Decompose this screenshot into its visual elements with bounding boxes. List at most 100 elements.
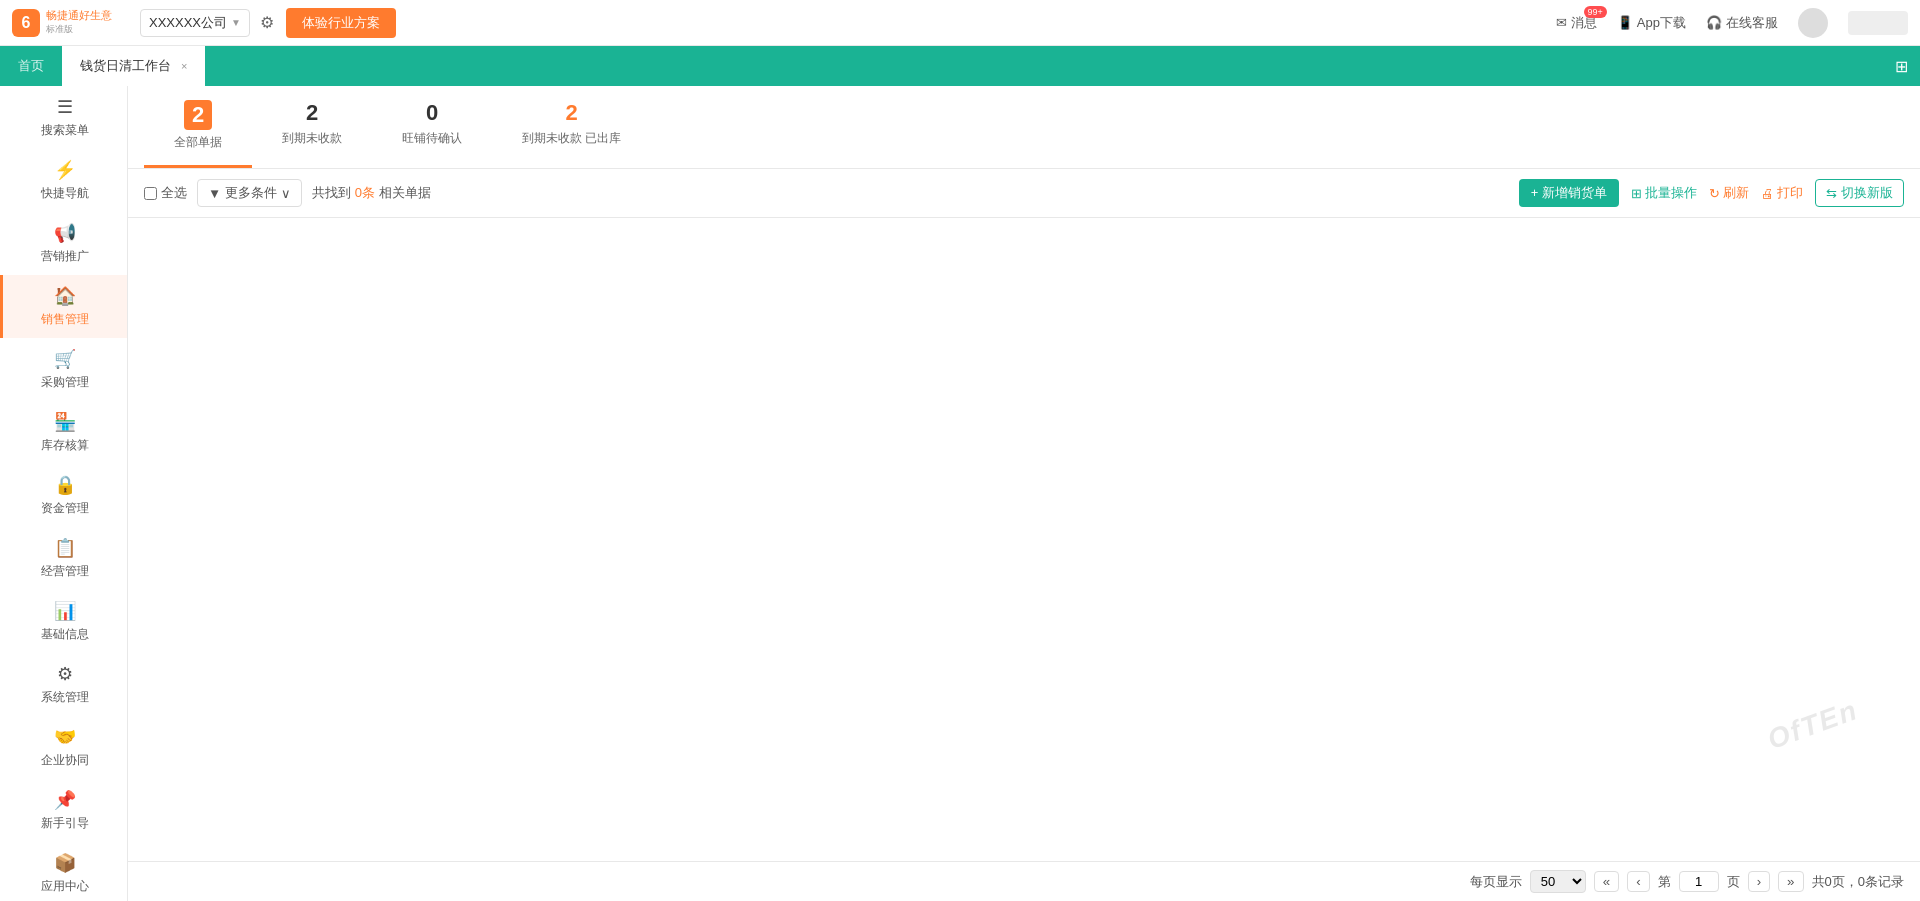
company-name: XXXXXX公司 [149, 14, 227, 32]
sidebar-label-finance: 资金管理 [41, 500, 89, 517]
add-sales-order-button[interactable]: + 新增销货单 [1519, 179, 1619, 207]
app-icon: 📱 [1617, 15, 1633, 30]
quick-nav-icon: ⚡ [54, 159, 76, 181]
sidebar-item-inventory[interactable]: 🏪 库存核算 [0, 401, 127, 464]
trial-button[interactable]: 体验行业方案 [286, 8, 396, 38]
first-page-button[interactable]: « [1594, 871, 1619, 892]
purchase-icon: 🛒 [54, 348, 76, 370]
sidebar-item-system[interactable]: ⚙ 系统管理 [0, 653, 127, 716]
stat-tab-overdue[interactable]: 2 到期未收款 [252, 86, 372, 168]
refresh-button[interactable]: ↻ 刷新 [1709, 184, 1749, 202]
page-prefix: 第 [1658, 873, 1671, 891]
tab-cash-daily[interactable]: 钱货日清工作台 × [62, 46, 205, 86]
stat-count-all: 2 [184, 100, 212, 130]
sidebar-item-purchase[interactable]: 🛒 采购管理 [0, 338, 127, 401]
switch-version-button[interactable]: ⇆ 切换新版 [1815, 179, 1904, 207]
logo-area: 6 畅捷通好生意 标准版 [12, 9, 140, 37]
stat-count-pending: 0 [426, 100, 438, 126]
sidebar-label-purchase: 采购管理 [41, 374, 89, 391]
stat-tab-all[interactable]: 2 全部单据 [144, 86, 252, 168]
finance-icon: 🔒 [54, 474, 76, 496]
prev-page-button[interactable]: ‹ [1627, 871, 1649, 892]
sidebar-label-basic-info: 基础信息 [41, 626, 89, 643]
next-page-button[interactable]: › [1748, 871, 1770, 892]
top-right-actions: ✉ 消息 99+ 📱 App下载 🎧 在线客服 [1556, 8, 1908, 38]
sidebar-label-operations: 经营管理 [41, 563, 89, 580]
sidebar-item-app-center[interactable]: 📦 应用中心 [0, 842, 127, 901]
sidebar: ☰ 搜索菜单 ⚡ 快捷导航 📢 营销推广 🏠 销售管理 🛒 采购管理 🏪 库存核… [0, 86, 128, 901]
stat-label-delivered: 到期未收款 已出库 [522, 130, 621, 147]
sidebar-label-app-center: 应用中心 [41, 878, 89, 895]
sidebar-item-marketing[interactable]: 📢 营销推广 [0, 212, 127, 275]
sidebar-item-quick-nav[interactable]: ⚡ 快捷导航 [0, 149, 127, 212]
table-area: OfTEn [128, 218, 1920, 861]
sidebar-label-guide: 新手引导 [41, 815, 89, 832]
app-center-icon: 📦 [54, 852, 76, 874]
top-bar: 6 畅捷通好生意 标准版 XXXXXX公司 ▼ ⚙ 体验行业方案 ✉ 消息 99… [0, 0, 1920, 46]
tab-close-icon[interactable]: × [181, 60, 187, 72]
sidebar-item-search-menu[interactable]: ☰ 搜索菜单 [0, 86, 127, 149]
messages-button[interactable]: ✉ 消息 99+ [1556, 14, 1597, 32]
sidebar-item-finance[interactable]: 🔒 资金管理 [0, 464, 127, 527]
stat-count-delivered: 2 [566, 100, 578, 126]
system-icon: ⚙ [57, 663, 73, 685]
stat-tab-pending[interactable]: 0 旺铺待确认 [372, 86, 492, 168]
batch-icon: ⊞ [1631, 186, 1642, 201]
operations-icon: 📋 [54, 537, 76, 559]
print-button[interactable]: 🖨 打印 [1761, 184, 1803, 202]
message-icon: ✉ [1556, 15, 1567, 30]
sales-icon: 🏠 [54, 285, 76, 307]
print-icon: 🖨 [1761, 186, 1774, 201]
select-all-label[interactable]: 全选 [144, 184, 187, 202]
logo-badge: 标准版 [46, 23, 112, 36]
toolbar: 全选 ▼ 更多条件 ∨ 共找到 0条 相关单据 + 新增销货单 ⊞ 批量操作 ↻… [128, 169, 1920, 218]
stat-label-pending: 旺铺待确认 [402, 130, 462, 147]
sidebar-item-operations[interactable]: 📋 经营管理 [0, 527, 127, 590]
select-all-checkbox[interactable] [144, 187, 157, 200]
sidebar-item-basic-info[interactable]: 📊 基础信息 [0, 590, 127, 653]
last-page-button[interactable]: » [1778, 871, 1803, 892]
enterprise-icon: 🤝 [54, 726, 76, 748]
per-page-select[interactable]: 50 100 200 [1530, 870, 1586, 893]
more-filter-button[interactable]: ▼ 更多条件 ∨ [197, 179, 302, 207]
sidebar-item-guide[interactable]: 📌 新手引导 [0, 779, 127, 842]
nav-tabs: 首页 钱货日清工作台 × ⊞ [0, 46, 1920, 86]
stat-tab-delivered[interactable]: 2 到期未收款 已出库 [492, 86, 651, 168]
batch-operation-button[interactable]: ⊞ 批量操作 [1631, 184, 1697, 202]
sidebar-label-search-menu: 搜索菜单 [41, 122, 89, 139]
service-icon: 🎧 [1706, 15, 1722, 30]
watermark-text: OfTEn [1763, 694, 1862, 756]
avatar[interactable] [1798, 8, 1828, 38]
pagination: 每页显示 50 100 200 « ‹ 第 页 › » 共0页，0条记录 [128, 861, 1920, 901]
inventory-icon: 🏪 [54, 411, 76, 433]
sidebar-item-sales[interactable]: 🏠 销售管理 [0, 275, 127, 338]
found-count: 0条 [355, 185, 375, 200]
content-area: 2 全部单据 2 到期未收款 0 旺铺待确认 2 到期未收款 已出库 全选 [128, 86, 1920, 901]
stat-count-overdue: 2 [306, 100, 318, 126]
sidebar-label-system: 系统管理 [41, 689, 89, 706]
per-page-label: 每页显示 [1470, 873, 1522, 891]
total-text: 共0页，0条记录 [1812, 873, 1904, 891]
tab-home[interactable]: 首页 [0, 46, 62, 86]
sidebar-label-inventory: 库存核算 [41, 437, 89, 454]
toolbar-right: + 新增销货单 ⊞ 批量操作 ↻ 刷新 🖨 打印 ⇆ 切换新版 [1519, 179, 1904, 207]
online-service-button[interactable]: 🎧 在线客服 [1706, 14, 1778, 32]
switch-icon: ⇆ [1826, 186, 1837, 201]
logo-icon: 6 [12, 9, 40, 37]
company-selector[interactable]: XXXXXX公司 ▼ [140, 9, 250, 37]
logo-text: 畅捷通好生意 [46, 9, 112, 22]
app-download-button[interactable]: 📱 App下载 [1617, 14, 1686, 32]
nav-expand-icon[interactable]: ⊞ [1883, 57, 1920, 76]
filter-dropdown-icon: ∨ [281, 186, 291, 201]
sidebar-label-quick-nav: 快捷导航 [41, 185, 89, 202]
stat-label-overdue: 到期未收款 [282, 130, 342, 147]
page-number-input[interactable] [1679, 871, 1719, 892]
search-menu-icon: ☰ [57, 96, 73, 118]
company-dropdown-arrow: ▼ [231, 17, 241, 28]
sidebar-item-enterprise[interactable]: 🤝 企业协同 [0, 716, 127, 779]
basic-info-icon: 📊 [54, 600, 76, 622]
settings-icon[interactable]: ⚙ [260, 13, 274, 32]
sidebar-label-enterprise: 企业协同 [41, 752, 89, 769]
guide-icon: 📌 [54, 789, 76, 811]
sidebar-label-marketing: 营销推广 [41, 248, 89, 265]
